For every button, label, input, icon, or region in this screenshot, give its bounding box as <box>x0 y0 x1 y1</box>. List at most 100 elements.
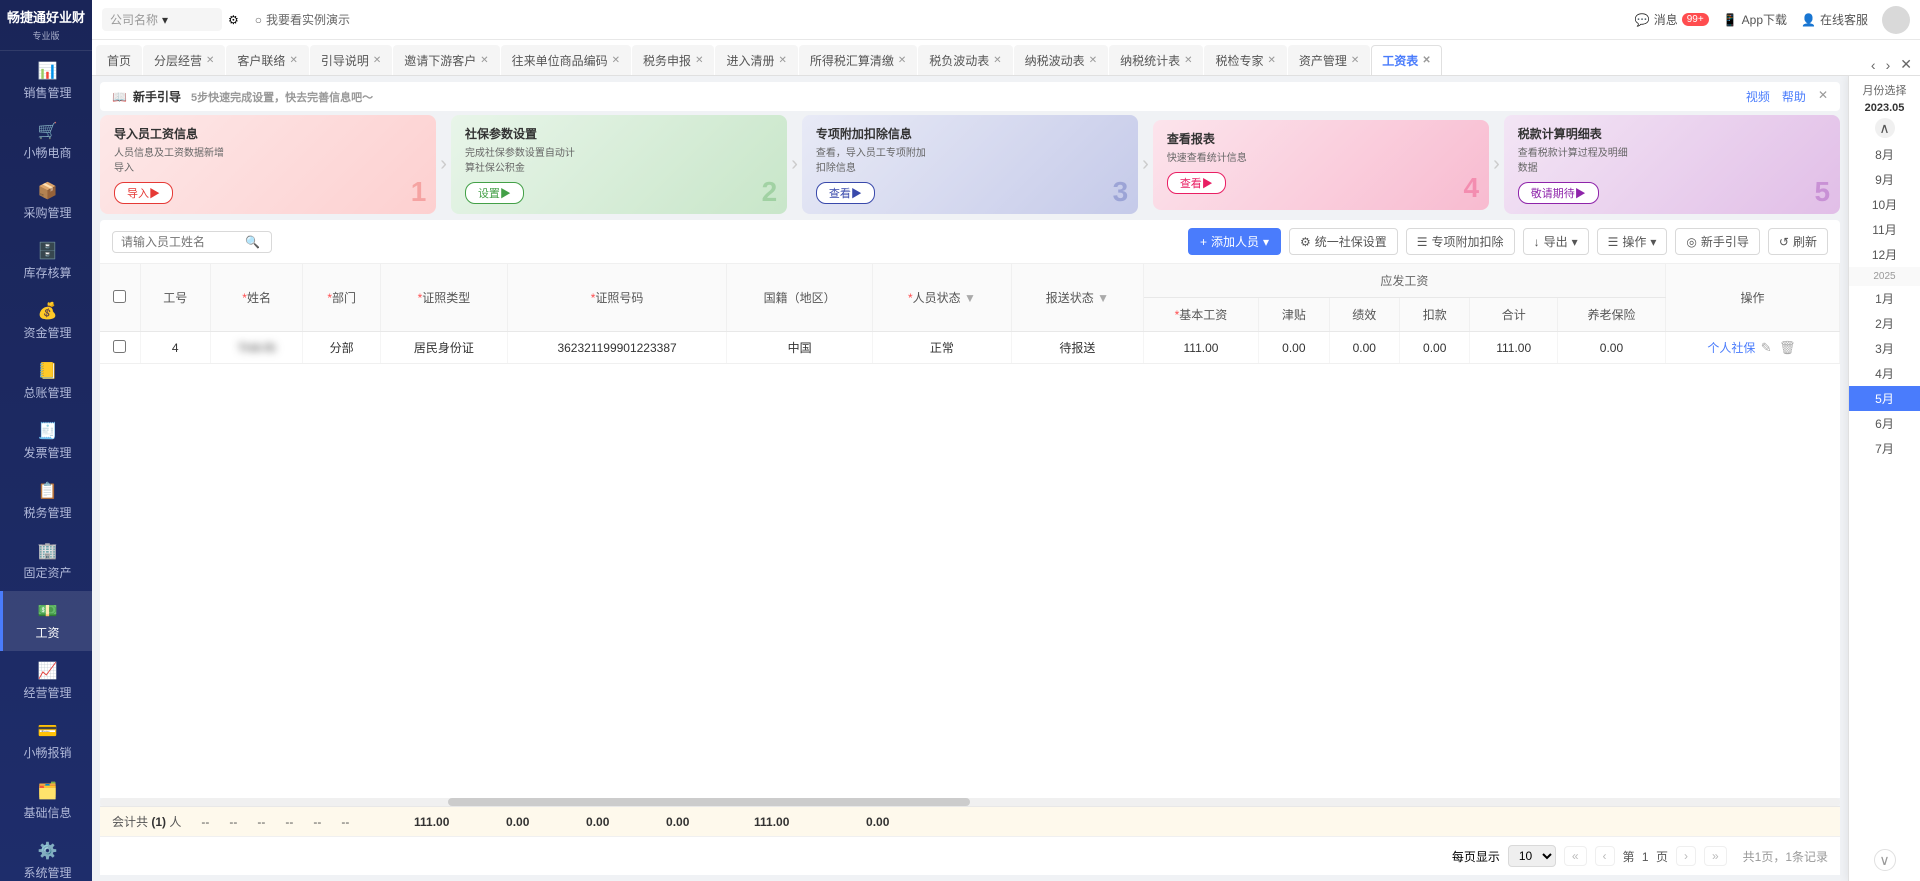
close-icon[interactable]: ✕ <box>898 55 906 66</box>
tab-tax-report[interactable]: 税务申报 ✕ <box>632 45 714 75</box>
tab-home[interactable]: 首页 <box>96 45 142 75</box>
close-icon[interactable]: ✕ <box>1422 55 1430 66</box>
tab-product-code[interactable]: 往来单位商品编码 ✕ <box>501 45 631 75</box>
first-page-btn[interactable]: « <box>1564 846 1587 866</box>
month-item-1[interactable]: 1月 <box>1849 286 1920 311</box>
row-select-checkbox[interactable] <box>113 340 126 353</box>
sidebar-item-ledger[interactable]: 📒 总账管理 <box>0 351 92 411</box>
online-service-btn[interactable]: 👤 在线客服 <box>1801 11 1868 28</box>
unified-settings-btn[interactable]: ⚙ 统一社保设置 <box>1289 228 1398 255</box>
tab-tax-wave[interactable]: 纳税波动表 ✕ <box>1014 45 1108 75</box>
export-btn[interactable]: ↓ 导出 ▾ <box>1523 228 1589 255</box>
sidebar-item-basic-info[interactable]: 🗂️ 基础信息 <box>0 771 92 831</box>
month-item-5[interactable]: 5月 <box>1849 386 1920 411</box>
refresh-btn[interactable]: ↺ 刷新 <box>1768 228 1828 255</box>
tab-invite[interactable]: 邀请下游客户 ✕ <box>393 45 499 75</box>
guidance-banner: 📖 新手引导 5步快速完成设置，快去完善信息吧～ 视频 帮助 ✕ <box>100 82 1840 111</box>
topbar: 公司名称 ▾ ⚙ ○ 我要看实例演示 💬 消息 99+ 📱 App下载 👤 <box>92 0 1920 40</box>
filter-icon[interactable]: ▼ <box>964 291 976 305</box>
close-icon[interactable]: ✕ <box>993 55 1001 66</box>
step-5-btn[interactable]: 敬请期待▶ <box>1518 182 1599 204</box>
tab-tier[interactable]: 分层经营 ✕ <box>143 45 225 75</box>
sidebar-item-purchase[interactable]: 📦 采购管理 <box>0 171 92 231</box>
close-icon[interactable]: ✕ <box>612 55 620 66</box>
edit-icon[interactable]: ✎ <box>1761 340 1772 355</box>
last-page-btn[interactable]: » <box>1704 846 1727 866</box>
prev-page-btn[interactable]: ‹ <box>1595 846 1615 866</box>
tab-tax-stat[interactable]: 纳税统计表 ✕ <box>1109 45 1203 75</box>
operations-btn[interactable]: ☰ 操作 ▾ <box>1597 228 1668 255</box>
month-item-9[interactable]: 9月 <box>1849 167 1920 192</box>
tab-tax-expert[interactable]: 税检专家 ✕ <box>1204 45 1286 75</box>
tab-salary-table[interactable]: 工资表 ✕ <box>1371 45 1441 75</box>
tab-asset-mgmt[interactable]: 资产管理 ✕ <box>1288 45 1370 75</box>
search-icon[interactable]: 🔍 <box>245 235 260 249</box>
sidebar-item-expense[interactable]: 💳 小畅报销 <box>0 711 92 771</box>
close-icon[interactable]: ✕ <box>1089 55 1097 66</box>
step-3-btn[interactable]: 查看▶ <box>816 182 875 204</box>
month-item-2[interactable]: 2月 <box>1849 311 1920 336</box>
close-icon[interactable]: ✕ <box>695 55 703 66</box>
sidebar-item-tax[interactable]: 📋 税务管理 <box>0 471 92 531</box>
sidebar-item-inventory[interactable]: 🗄️ 库存核算 <box>0 231 92 291</box>
tab-prev-icon[interactable]: ‹ <box>1867 55 1880 75</box>
message-btn[interactable]: 💬 消息 99+ <box>1635 11 1709 28</box>
tab-guide[interactable]: 引导说明 ✕ <box>310 45 392 75</box>
sidebar-item-invoice[interactable]: 🧾 发票管理 <box>0 411 92 471</box>
month-item-8[interactable]: 8月 <box>1849 142 1920 167</box>
personal-insurance-link[interactable]: 个人社保 <box>1707 341 1755 355</box>
search-input[interactable] <box>121 235 241 249</box>
close-icon[interactable]: ✕ <box>1268 55 1276 66</box>
close-guidance-icon[interactable]: ✕ <box>1818 88 1828 105</box>
hscrollbar[interactable] <box>100 798 1840 806</box>
delete-icon[interactable]: 🗑 <box>1779 340 1796 355</box>
footer-total: 111.00 <box>709 815 789 829</box>
tab-next-icon[interactable]: › <box>1882 55 1895 75</box>
settings-btn[interactable]: ⚙ <box>228 13 239 27</box>
sidebar-item-ecommerce[interactable]: 🛒 小畅电商 <box>0 111 92 171</box>
tab-tax-burden[interactable]: 税负波动表 ✕ <box>918 45 1012 75</box>
month-down-icon[interactable]: ∨ <box>1874 849 1896 871</box>
avatar[interactable] <box>1882 6 1910 34</box>
sidebar-item-assets[interactable]: 🏢 固定资产 <box>0 531 92 591</box>
app-download-btn[interactable]: 📱 App下载 <box>1723 11 1787 28</box>
tab-customer[interactable]: 客户联络 ✕ <box>226 45 308 75</box>
step-4-btn[interactable]: 查看▶ <box>1167 172 1226 194</box>
month-item-3[interactable]: 3月 <box>1849 336 1920 361</box>
close-icon[interactable]: ✕ <box>289 55 297 66</box>
company-selector[interactable]: 公司名称 ▾ <box>102 8 222 31</box>
close-icon[interactable]: ✕ <box>206 55 214 66</box>
special-deduction-btn[interactable]: ☰ 专项附加扣除 <box>1406 228 1515 255</box>
help-link[interactable]: 帮助 <box>1782 88 1806 105</box>
month-up-icon[interactable]: ∧ <box>1875 118 1895 138</box>
close-icon[interactable]: ✕ <box>373 55 381 66</box>
page-size-select[interactable]: 10 20 50 <box>1508 845 1556 867</box>
close-icon[interactable]: ✕ <box>480 55 488 66</box>
tab-income-tax[interactable]: 所得税汇算清缴 ✕ <box>799 45 917 75</box>
month-item-7[interactable]: 7月 <box>1849 436 1920 461</box>
demo-link[interactable]: ○ 我要看实例演示 <box>255 11 350 28</box>
step-2-btn[interactable]: 设置▶ <box>465 182 524 204</box>
sidebar-item-salary[interactable]: 💵 工资 <box>0 591 92 651</box>
next-page-btn[interactable]: › <box>1676 846 1696 866</box>
filter-icon[interactable]: ▼ <box>1097 291 1109 305</box>
month-item-10[interactable]: 10月 <box>1849 192 1920 217</box>
month-item-11[interactable]: 11月 <box>1849 217 1920 242</box>
close-icon[interactable]: ✕ <box>1184 55 1192 66</box>
close-icon[interactable]: ✕ <box>1351 55 1359 66</box>
sidebar-item-sales[interactable]: 📊 销售管理 <box>0 51 92 111</box>
step-1-btn[interactable]: 导入▶ <box>114 182 173 204</box>
add-employee-btn[interactable]: + 添加人员 ▾ <box>1188 228 1281 255</box>
tab-close-all-icon[interactable]: ✕ <box>1896 54 1916 75</box>
new-guide-btn[interactable]: ◎ 新手引导 <box>1675 228 1760 255</box>
month-item-4[interactable]: 4月 <box>1849 361 1920 386</box>
video-link[interactable]: 视频 <box>1746 88 1770 105</box>
sidebar-item-system[interactable]: ⚙️ 系统管理 <box>0 831 92 881</box>
tab-clear[interactable]: 进入清册 ✕ <box>715 45 797 75</box>
sidebar-item-operation[interactable]: 📈 经营管理 <box>0 651 92 711</box>
close-icon[interactable]: ✕ <box>778 55 786 66</box>
month-item-6[interactable]: 6月 <box>1849 411 1920 436</box>
month-item-12[interactable]: 12月 <box>1849 242 1920 267</box>
select-all-checkbox[interactable] <box>113 290 126 303</box>
sidebar-item-finance[interactable]: 💰 资金管理 <box>0 291 92 351</box>
